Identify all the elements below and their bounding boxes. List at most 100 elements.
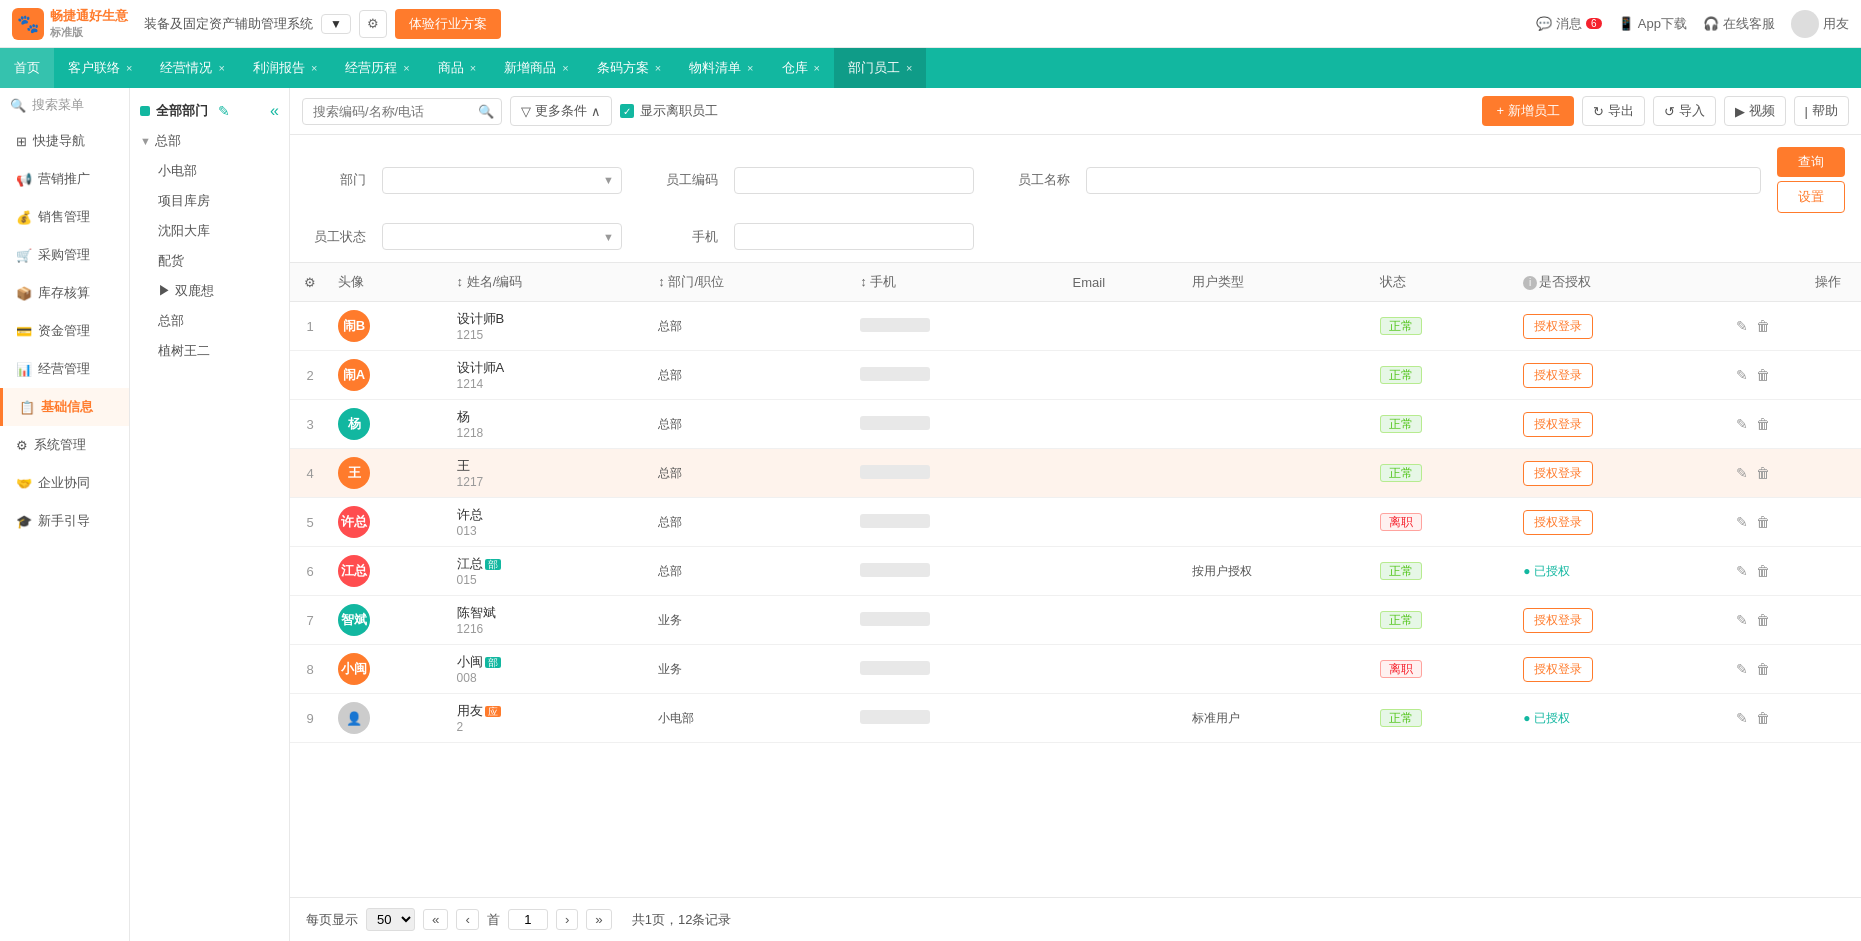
nav-item-经营历程[interactable]: 经营历程×	[331, 48, 423, 88]
auth-button[interactable]: 授权登录	[1523, 510, 1593, 535]
auth-info-icon[interactable]: i	[1523, 276, 1537, 290]
nav-close-icon[interactable]: ×	[311, 62, 317, 74]
sidebar-item-资金管理[interactable]: 💳资金管理	[0, 312, 129, 350]
search-icon[interactable]: 🔍	[478, 104, 494, 119]
nav-item-部门员工[interactable]: 部门员工×	[834, 48, 926, 88]
sidebar-item-采购管理[interactable]: 🛒采购管理	[0, 236, 129, 274]
dept-tree-item-项目库房[interactable]: 项目库房	[130, 186, 289, 216]
prev-page-button[interactable]: ‹	[456, 909, 478, 930]
page-size-select[interactable]: 50	[366, 908, 415, 931]
nav-item-客户联络[interactable]: 客户联络×	[54, 48, 146, 88]
sidebar-item-系统管理[interactable]: ⚙系统管理	[0, 426, 129, 464]
auth-button[interactable]: 授权登录	[1523, 657, 1593, 682]
emp-status-select[interactable]	[382, 223, 622, 250]
message-button[interactable]: 💬 消息 6	[1536, 15, 1602, 33]
dept-edit-icon[interactable]: ✎	[218, 103, 230, 119]
edit-icon[interactable]: ✎	[1736, 563, 1748, 579]
dept-tree-item-总部[interactable]: 总部	[130, 306, 289, 336]
nav-close-icon[interactable]: ×	[906, 62, 912, 74]
dept-collapse-button[interactable]: «	[270, 102, 279, 120]
nav-item-利润报告[interactable]: 利润报告×	[239, 48, 331, 88]
dept-tree-item-总部[interactable]: ▼总部	[130, 126, 289, 156]
first-page-button[interactable]: «	[423, 909, 448, 930]
nav-close-icon[interactable]: ×	[814, 62, 820, 74]
emp-code-input[interactable]	[734, 167, 974, 194]
delete-icon[interactable]: 🗑	[1756, 661, 1770, 677]
setting-button[interactable]: 设置	[1777, 181, 1845, 213]
delete-icon[interactable]: 🗑	[1756, 612, 1770, 628]
auth-button[interactable]: 授权登录	[1523, 314, 1593, 339]
nav-item-物料清单[interactable]: 物料清单×	[675, 48, 767, 88]
page-number-input[interactable]	[508, 909, 548, 930]
import-button[interactable]: ↺ 导入	[1653, 96, 1716, 126]
nav-item-仓库[interactable]: 仓库×	[768, 48, 834, 88]
nav-item-首页[interactable]: 首页	[0, 48, 54, 88]
emp-name-input[interactable]	[1086, 167, 1761, 194]
sidebar-item-基础信息[interactable]: 📋基础信息	[0, 388, 129, 426]
nav-close-icon[interactable]: ×	[747, 62, 753, 74]
help-button[interactable]: | 帮助	[1794, 96, 1849, 126]
sidebar-item-销售管理[interactable]: 💰销售管理	[0, 198, 129, 236]
delete-icon[interactable]: 🗑	[1756, 416, 1770, 432]
app-download-button[interactable]: 📱 App下载	[1618, 15, 1687, 33]
filter-more-button[interactable]: ▽ 更多条件 ∧	[510, 96, 612, 126]
nav-close-icon[interactable]: ×	[126, 62, 132, 74]
nav-item-商品[interactable]: 商品×	[424, 48, 490, 88]
settings-icon[interactable]: ⚙	[304, 275, 316, 290]
name-col-header[interactable]: ↕ 姓名/编码	[449, 263, 651, 302]
dept-tree-item-沈阳大库[interactable]: 沈阳大库	[130, 216, 289, 246]
delete-icon[interactable]: 🗑	[1756, 367, 1770, 383]
edit-icon[interactable]: ✎	[1736, 367, 1748, 383]
settings-col-header[interactable]: ⚙	[290, 263, 330, 302]
phone-input[interactable]	[734, 223, 974, 250]
nav-item-条码方案[interactable]: 条码方案×	[583, 48, 675, 88]
nav-close-icon[interactable]: ×	[655, 62, 661, 74]
query-button[interactable]: 查询	[1777, 147, 1845, 177]
dept-select[interactable]	[382, 167, 622, 194]
auth-button[interactable]: 授权登录	[1523, 461, 1593, 486]
online-service-button[interactable]: 🎧 在线客服	[1703, 15, 1775, 33]
delete-icon[interactable]: 🗑	[1756, 563, 1770, 579]
sidebar-item-经营管理[interactable]: 📊经营管理	[0, 350, 129, 388]
gear-button[interactable]: ⚙	[359, 10, 387, 38]
nav-close-icon[interactable]: ×	[562, 62, 568, 74]
system-select[interactable]: ▼	[321, 14, 351, 34]
delete-icon[interactable]: 🗑	[1756, 465, 1770, 481]
dept-tree-item-植树王二[interactable]: 植树王二	[130, 336, 289, 366]
export-button[interactable]: ↻ 导出	[1582, 96, 1645, 126]
edit-icon[interactable]: ✎	[1736, 465, 1748, 481]
sidebar-item-库存核算[interactable]: 📦库存核算	[0, 274, 129, 312]
trial-button[interactable]: 体验行业方案	[395, 9, 501, 39]
show-resigned-toggle[interactable]: ✓ 显示离职员工	[620, 102, 718, 120]
dept-tree-item-配货[interactable]: 配货	[130, 246, 289, 276]
edit-icon[interactable]: ✎	[1736, 661, 1748, 677]
resigned-checkbox[interactable]: ✓	[620, 104, 634, 118]
edit-icon[interactable]: ✎	[1736, 514, 1748, 530]
nav-close-icon[interactable]: ×	[403, 62, 409, 74]
nav-close-icon[interactable]: ×	[218, 62, 224, 74]
last-page-button[interactable]: »	[586, 909, 611, 930]
next-page-button[interactable]: ›	[556, 909, 578, 930]
search-input[interactable]	[302, 98, 502, 125]
edit-icon[interactable]: ✎	[1736, 318, 1748, 334]
delete-icon[interactable]: 🗑	[1756, 514, 1770, 530]
edit-icon[interactable]: ✎	[1736, 710, 1748, 726]
add-employee-button[interactable]: + 新增员工	[1482, 96, 1573, 126]
user-menu-button[interactable]: 用友	[1791, 10, 1849, 38]
auth-button[interactable]: 授权登录	[1523, 608, 1593, 633]
edit-icon[interactable]: ✎	[1736, 612, 1748, 628]
dept-tree-item-▶ 双鹿想[interactable]: ▶ 双鹿想	[130, 276, 289, 306]
phone-col-header[interactable]: ↕ 手机	[852, 263, 1064, 302]
sidebar-item-新手引导[interactable]: 🎓新手引导	[0, 502, 129, 540]
auth-button[interactable]: 授权登录	[1523, 412, 1593, 437]
nav-item-经营情况[interactable]: 经营情况×	[146, 48, 238, 88]
auth-button[interactable]: 授权登录	[1523, 363, 1593, 388]
sidebar-item-营销推广[interactable]: 📢营销推广	[0, 160, 129, 198]
delete-icon[interactable]: 🗑	[1756, 318, 1770, 334]
video-button[interactable]: ▶ 视频	[1724, 96, 1786, 126]
dept-tree-item-小电部[interactable]: 小电部	[130, 156, 289, 186]
sidebar-item-快捷导航[interactable]: ⊞快捷导航	[0, 122, 129, 160]
sidebar-item-企业协同[interactable]: 🤝企业协同	[0, 464, 129, 502]
nav-close-icon[interactable]: ×	[470, 62, 476, 74]
delete-icon[interactable]: 🗑	[1756, 710, 1770, 726]
